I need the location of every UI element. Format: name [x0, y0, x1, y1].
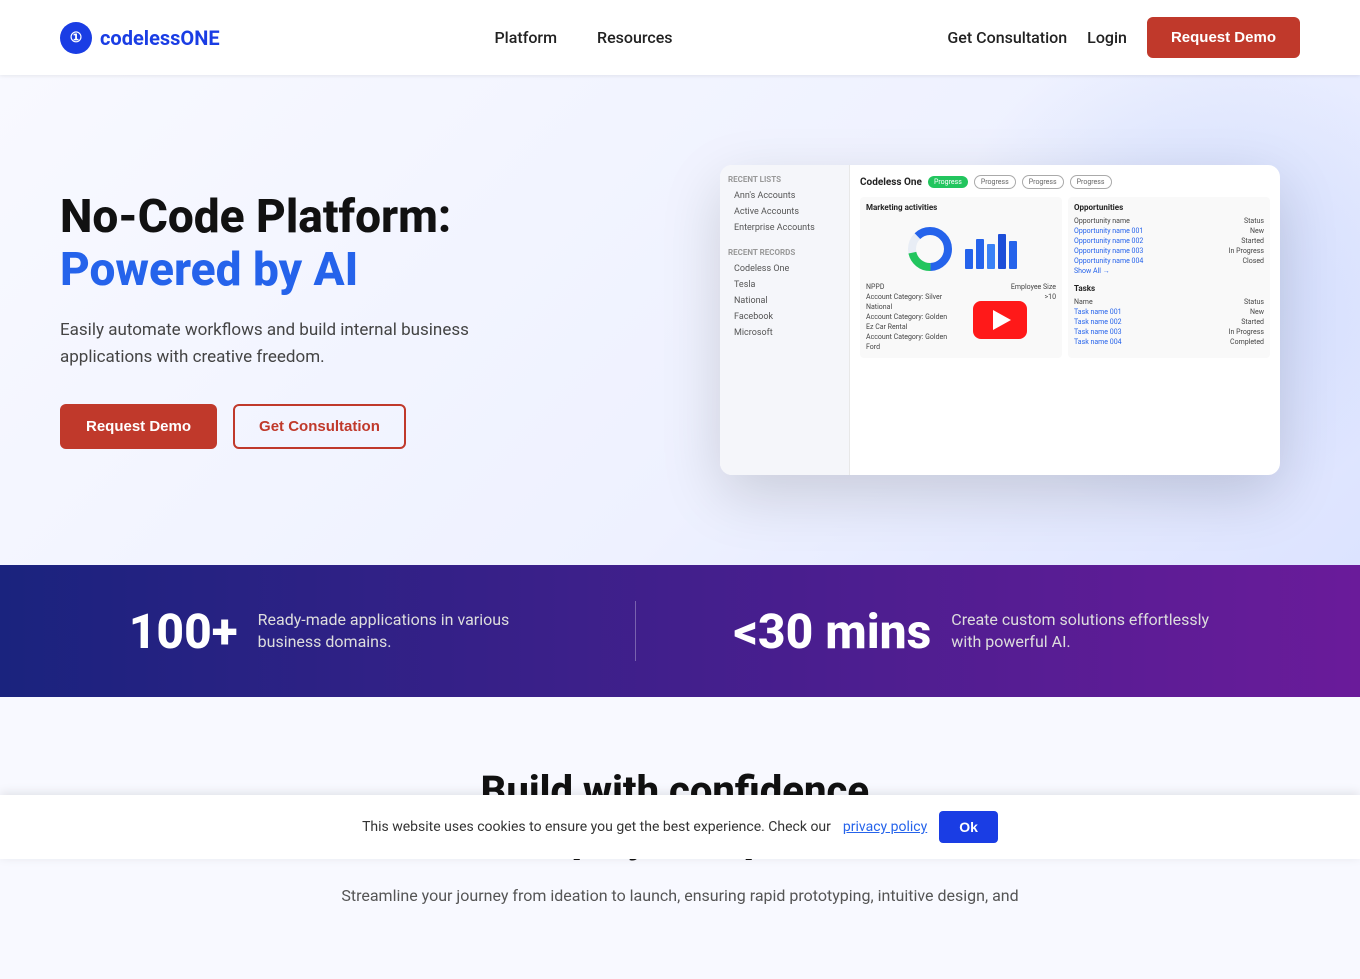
- dash-progress-badge-3: Progress: [1022, 175, 1064, 189]
- nav-login[interactable]: Login: [1087, 28, 1127, 47]
- logo-text-plain: codeless: [100, 26, 180, 50]
- sidebar-item-microsoft[interactable]: Microsoft: [728, 325, 841, 341]
- stat-2-number: <30 mins: [733, 603, 931, 660]
- dash-row-1: NPPDEmployee Size: [866, 282, 1056, 292]
- stats-bar: 100+ Ready-made applications in various …: [0, 565, 1360, 697]
- stat-2-desc: Create custom solutions effortlessly wit…: [951, 609, 1231, 654]
- opp-row-showall[interactable]: Show All →: [1074, 266, 1264, 276]
- sidebar-recent-lists: Recent Lists Ann's Accounts Active Accou…: [728, 175, 841, 236]
- opp-row-1: Opportunity name 001New: [1074, 226, 1264, 236]
- hero-left: No-Code Platform: Powered by AI Easily a…: [60, 191, 490, 448]
- task-row-2: Task name 002Started: [1074, 317, 1264, 327]
- sidebar-item-tesla[interactable]: Tesla: [728, 277, 841, 293]
- dash-row-2: Account Category: Silver>10: [866, 292, 1056, 302]
- navbar: ① codelessONE Platform Resources Get Con…: [0, 0, 1360, 75]
- task-row-3: Task name 003In Progress: [1074, 327, 1264, 337]
- dash-tasks-title: Tasks: [1074, 284, 1264, 293]
- dash-progress-badge-2: Progress: [974, 175, 1016, 189]
- task-row-4: Task name 004Completed: [1074, 337, 1264, 347]
- hero-description: Easily automate workflows and build inte…: [60, 317, 490, 371]
- dash-row-5: Ez Car Rental: [866, 322, 1056, 332]
- hero-headline: No-Code Platform: Powered by AI: [60, 191, 490, 297]
- nav-links: Platform Resources: [494, 28, 672, 47]
- opp-row-2: Opportunity name 002Started: [1074, 236, 1264, 246]
- privacy-policy-link[interactable]: privacy policy: [843, 819, 927, 835]
- dash-opportunities-card: Opportunities Opportunity nameStatus Opp…: [1068, 197, 1270, 358]
- nav-request-demo-button[interactable]: Request Demo: [1147, 17, 1300, 58]
- hero-right: Recent Lists Ann's Accounts Active Accou…: [490, 165, 1300, 475]
- dash-row-7: Ford: [866, 342, 1056, 352]
- dash-marketing-title: Marketing activities: [866, 203, 1056, 212]
- nav-get-consultation[interactable]: Get Consultation: [947, 28, 1067, 47]
- dashboard-sidebar: Recent Lists Ann's Accounts Active Accou…: [720, 165, 850, 475]
- task-row-name: NameStatus: [1074, 297, 1264, 307]
- cookie-message: This website uses cookies to ensure you …: [362, 819, 831, 835]
- dash-row-4: Account Category: Golden: [866, 312, 1056, 322]
- dashboard-content-grid: Marketing activities: [860, 197, 1270, 358]
- opp-row-name: Opportunity nameStatus: [1074, 216, 1264, 226]
- sidebar-item-codeless[interactable]: Codeless One: [728, 261, 841, 277]
- stat-1-desc: Ready-made applications in various busin…: [258, 609, 538, 654]
- nav-actions: Get Consultation Login Request Demo: [947, 17, 1300, 58]
- sidebar-item-facebook[interactable]: Facebook: [728, 309, 841, 325]
- logo-text-accent: ONE: [180, 26, 219, 50]
- logo-text: codelessONE: [100, 26, 220, 50]
- donut-chart: [905, 224, 955, 274]
- dash-progress-badge: Progress: [928, 176, 968, 188]
- hero-buttons: Request Demo Get Consultation: [60, 404, 490, 449]
- video-play-button[interactable]: [973, 301, 1027, 339]
- opp-row-3: Opportunity name 003In Progress: [1074, 246, 1264, 256]
- task-row-1: Task name 001New: [1074, 307, 1264, 317]
- stat-1-number: 100+: [129, 603, 238, 660]
- sidebar-recent-lists-title: Recent Lists: [728, 175, 841, 184]
- hero-headline-plain: No-Code Platform:: [60, 190, 451, 244]
- hero-get-consultation-button[interactable]: Get Consultation: [233, 404, 406, 449]
- dashboard-top-bar: Codeless One Progress Progress Progress …: [860, 175, 1270, 189]
- hero-headline-accent: Powered by AI: [60, 243, 358, 297]
- logo-icon: ①: [60, 22, 92, 54]
- bar-chart: [963, 229, 1018, 269]
- sidebar-item-national[interactable]: National: [728, 293, 841, 309]
- sidebar-item-enterprise[interactable]: Enterprise Accounts: [728, 220, 841, 236]
- dashboard-mockup: Recent Lists Ann's Accounts Active Accou…: [720, 165, 1280, 475]
- cookie-banner: This website uses cookies to ensure you …: [0, 795, 1360, 859]
- dash-progress-badge-4: Progress: [1070, 175, 1112, 189]
- dash-account-name: Codeless One: [860, 177, 922, 188]
- build-description: Streamline your journey from ideation to…: [330, 883, 1030, 909]
- sidebar-item-active[interactable]: Active Accounts: [728, 204, 841, 220]
- logo[interactable]: ① codelessONE: [60, 22, 220, 54]
- play-triangle-icon: [993, 310, 1011, 330]
- opp-row-4: Opportunity name 004Closed: [1074, 256, 1264, 266]
- logo-icon-symbol: ①: [70, 30, 83, 46]
- hero-section: No-Code Platform: Powered by AI Easily a…: [0, 75, 1360, 565]
- cookie-ok-button[interactable]: Ok: [939, 811, 998, 843]
- dash-row-6: Account Category: Golden: [866, 332, 1056, 342]
- sidebar-recent-records: Recent Records Codeless One Tesla Nation…: [728, 248, 841, 341]
- stat-divider: [635, 601, 636, 661]
- dash-marketing-card: Marketing activities: [860, 197, 1062, 358]
- nav-link-resources[interactable]: Resources: [597, 28, 673, 47]
- stat-item-2: <30 mins Create custom solutions effortl…: [733, 603, 1231, 660]
- sidebar-item-anns[interactable]: Ann's Accounts: [728, 188, 841, 204]
- sidebar-recent-records-title: Recent Records: [728, 248, 841, 257]
- stat-item-1: 100+ Ready-made applications in various …: [129, 603, 538, 660]
- dash-row-3: National: [866, 302, 1056, 312]
- nav-link-platform[interactable]: Platform: [494, 28, 557, 47]
- hero-request-demo-button[interactable]: Request Demo: [60, 404, 217, 449]
- dash-opportunities-title: Opportunities: [1074, 203, 1264, 212]
- dashboard-main: Codeless One Progress Progress Progress …: [850, 165, 1280, 475]
